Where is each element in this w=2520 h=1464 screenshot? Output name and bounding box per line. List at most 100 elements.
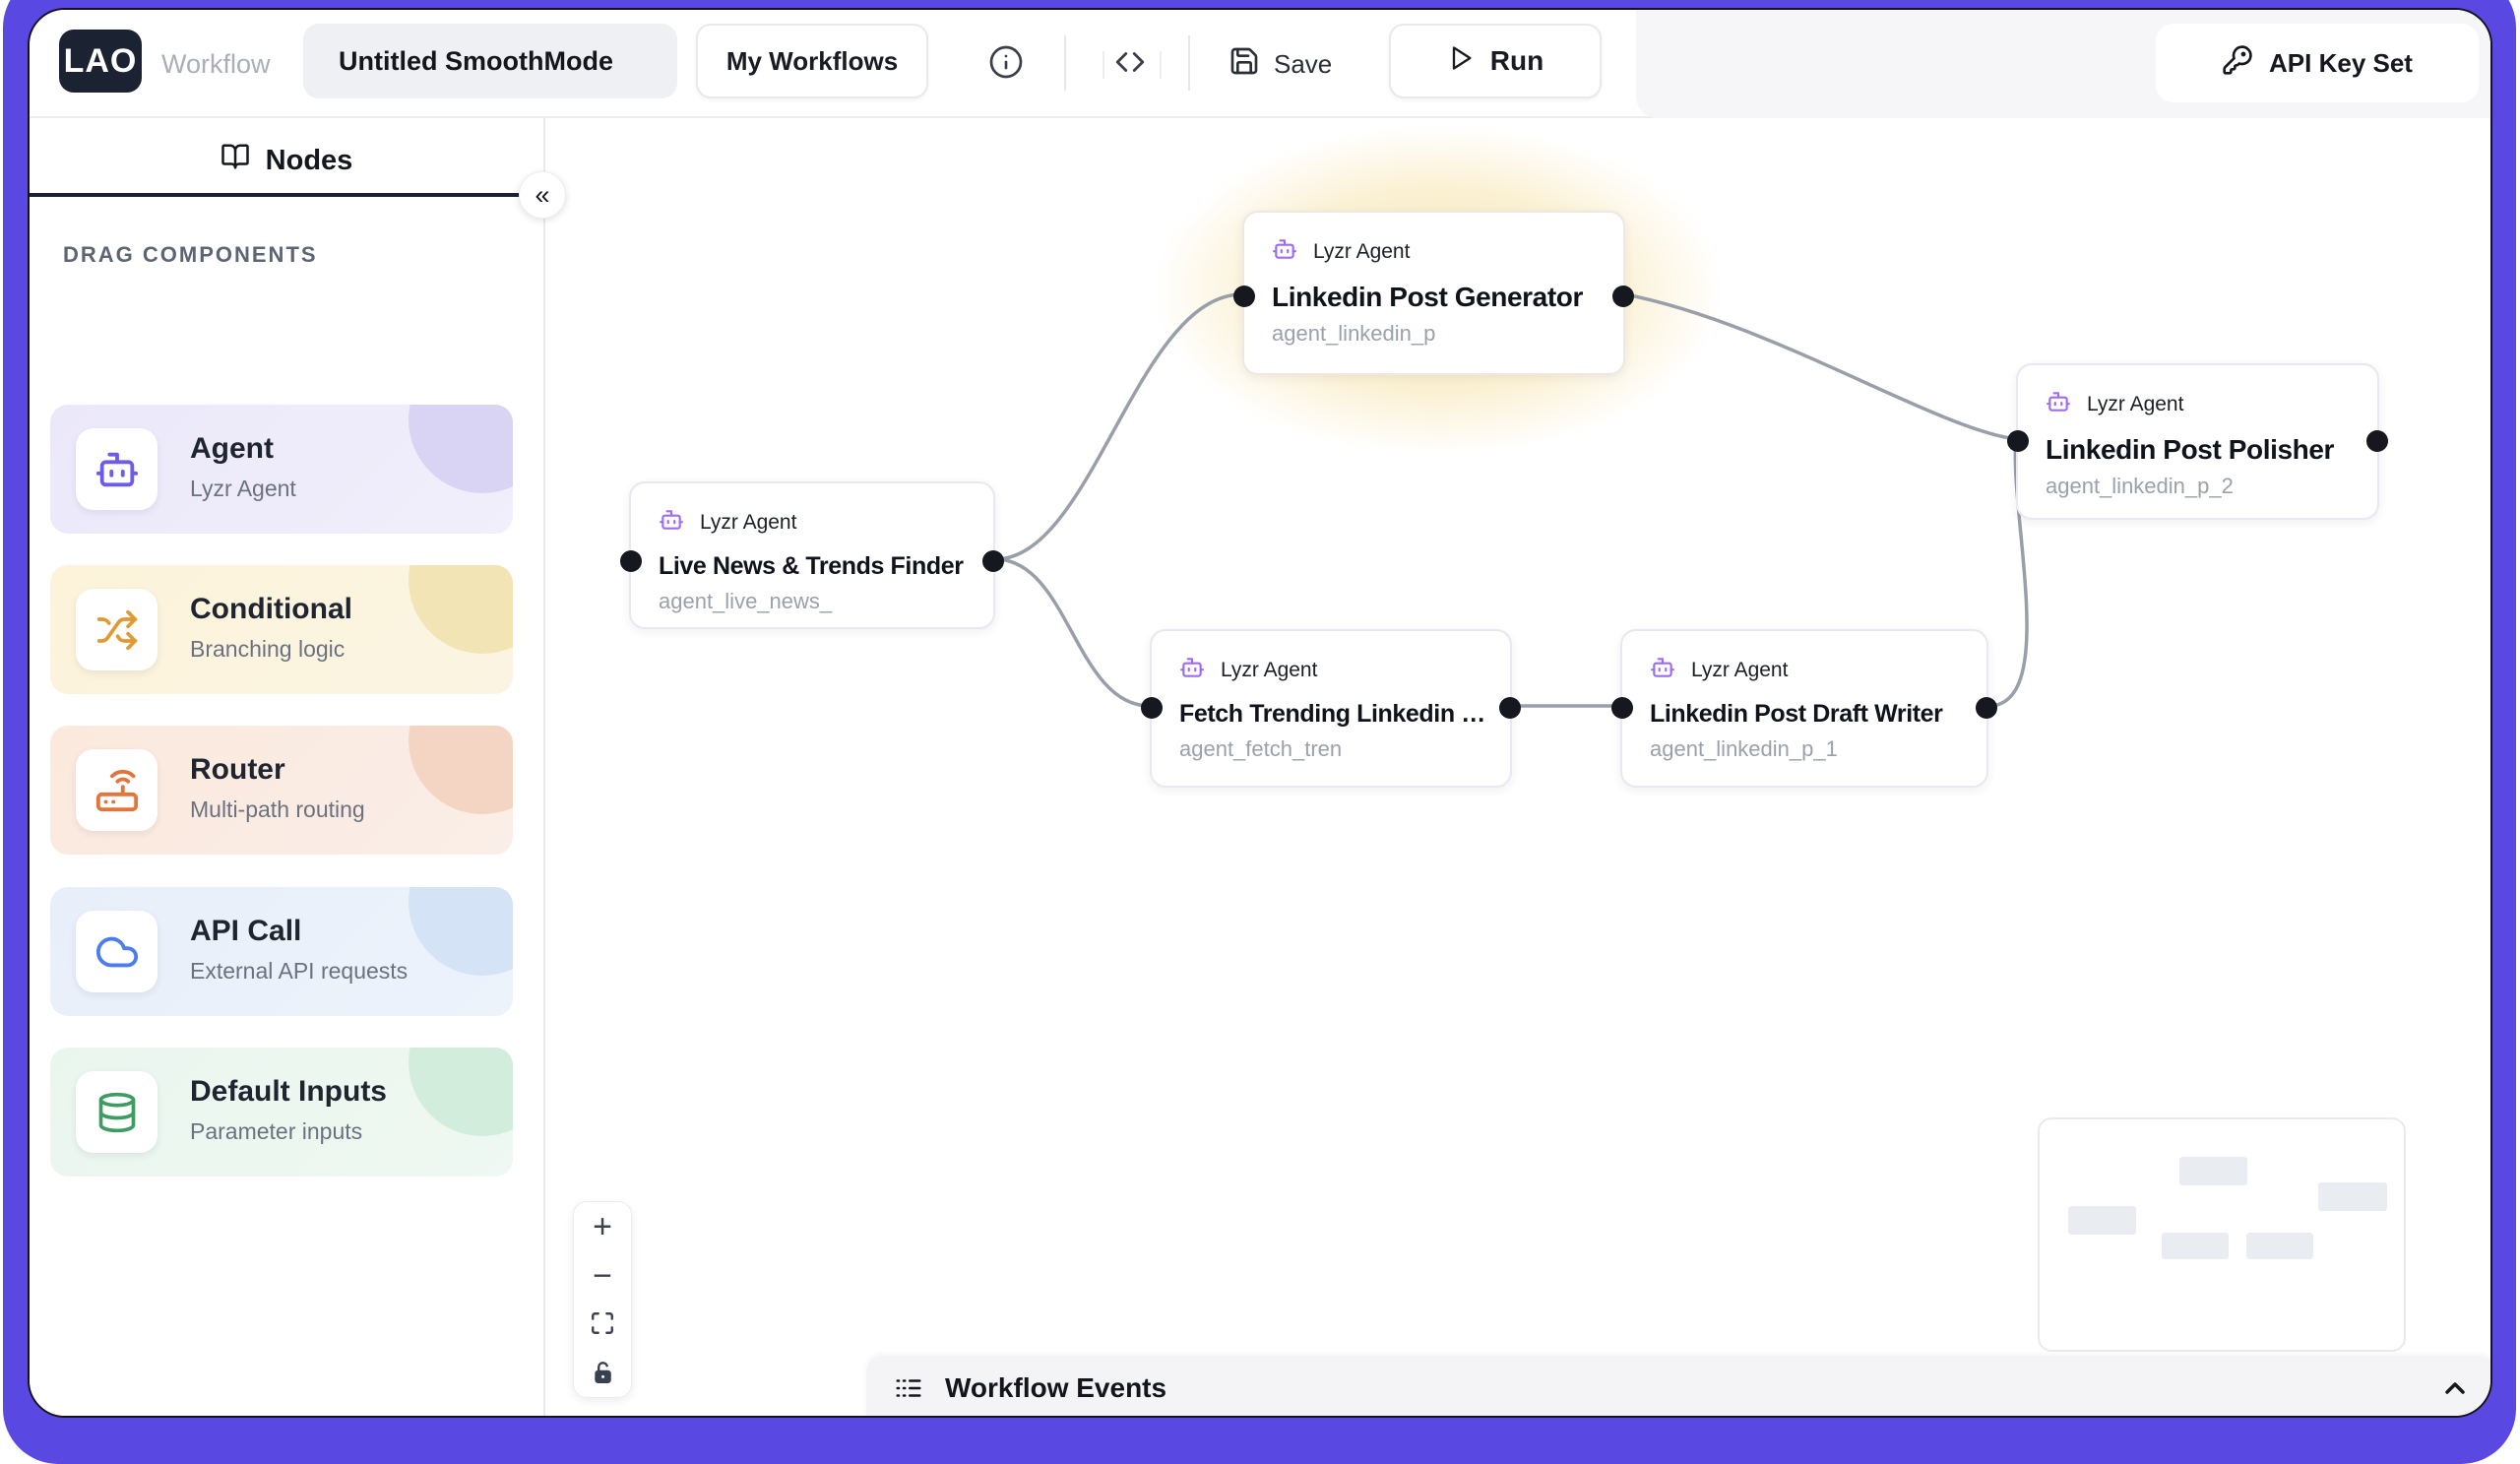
input-handle[interactable] — [1141, 697, 1163, 719]
workflow-node-linkedin-post-polisher[interactable]: Lyzr Agent Linkedin Post Polisher agent_… — [2016, 363, 2379, 520]
output-handle[interactable] — [1499, 697, 1521, 719]
output-handle[interactable] — [982, 550, 1004, 572]
maximize-icon — [590, 1306, 615, 1345]
cloud-icon — [76, 911, 158, 992]
node-id: agent_linkedin_p_1 — [1650, 736, 1963, 762]
save-button[interactable]: Save — [1228, 10, 1332, 118]
card-corner-decor — [409, 726, 513, 814]
router-icon — [76, 749, 158, 831]
node-title: Linkedin Post Generator — [1272, 282, 1600, 313]
card-corner-decor — [409, 1048, 513, 1136]
header-divider — [1064, 35, 1066, 91]
canvas-controls: + − — [573, 1201, 632, 1398]
lock-open-icon — [590, 1356, 615, 1394]
save-label: Save — [1274, 49, 1332, 80]
card-subtitle: External API requests — [190, 958, 408, 985]
card-corner-decor — [409, 405, 513, 493]
app-logo[interactable]: LAO — [59, 30, 142, 93]
component-card-agent[interactable]: Agent Lyzr Agent — [50, 405, 513, 534]
component-card-api-call[interactable]: API Call External API requests — [50, 887, 513, 1016]
robot-icon — [76, 428, 158, 510]
input-handle[interactable] — [620, 550, 642, 572]
drag-components-label: DRAG COMPONENTS — [63, 242, 318, 268]
workflow-node-linkedin-post-generator[interactable]: Lyzr Agent Linkedin Post Generator agent… — [1242, 211, 1625, 375]
node-type-label: Lyzr Agent — [1221, 659, 1317, 682]
output-handle[interactable] — [1612, 286, 1634, 307]
component-card-conditional[interactable]: Conditional Branching logic — [50, 565, 513, 694]
chevron-up-icon[interactable] — [2439, 1372, 2471, 1404]
input-handle[interactable] — [2007, 430, 2029, 452]
card-title: Router — [190, 753, 285, 787]
sidebar-title: Nodes — [30, 142, 543, 179]
database-icon — [76, 1071, 158, 1153]
node-id: agent_linkedin_p — [1272, 321, 1600, 347]
workflow-node-fetch-trending-linkedin[interactable]: Lyzr Agent Fetch Trending Linkedin … age… — [1150, 629, 1512, 788]
card-subtitle: Multi-path routing — [190, 796, 365, 823]
workflow-events-bar[interactable]: Workflow Events — [866, 1356, 2492, 1418]
workflow-name-input[interactable] — [303, 24, 677, 98]
card-title: Conditional — [190, 593, 352, 626]
sidebar-collapse-button[interactable]: « — [519, 171, 566, 219]
component-card-router[interactable]: Router Multi-path routing — [50, 726, 513, 855]
card-subtitle: Lyzr Agent — [190, 476, 296, 502]
shuffle-icon — [76, 589, 158, 670]
card-corner-decor — [409, 887, 513, 976]
logs-icon — [894, 1373, 923, 1403]
code-button[interactable] — [1110, 10, 1150, 118]
product-label: Workflow — [161, 10, 271, 118]
sidebar-title-label: Nodes — [266, 145, 353, 177]
top-bar: LAO Workflow My Workflows — [30, 10, 2492, 118]
zoom-out-button[interactable]: − — [574, 1251, 631, 1301]
card-title: Default Inputs — [190, 1075, 387, 1109]
minimap-node — [2179, 1157, 2247, 1185]
book-icon — [220, 142, 250, 179]
input-handle[interactable] — [1233, 286, 1255, 307]
run-button[interactable]: Run — [1389, 24, 1602, 98]
nodes-sidebar: Nodes DRAG COMPONENTS Agent Lyzr Agent C… — [30, 118, 545, 1418]
key-icon — [2222, 44, 2253, 83]
workflow-events-title: Workflow Events — [945, 1372, 1166, 1404]
node-id: agent_linkedin_p_2 — [2046, 474, 2354, 499]
workflow-node-live-news-trends-finder[interactable]: Lyzr Agent Live News & Trends Finder age… — [629, 481, 995, 629]
output-handle[interactable] — [1976, 697, 1997, 719]
output-handle[interactable] — [2366, 430, 2388, 452]
workflow-node-linkedin-post-draft-writer[interactable]: Lyzr Agent Linkedin Post Draft Writer ag… — [1620, 629, 1988, 788]
input-handle[interactable] — [1611, 697, 1633, 719]
api-key-status[interactable]: API Key Set — [2156, 24, 2479, 102]
node-title: Live News & Trends Finder — [659, 552, 970, 581]
play-icon — [1447, 44, 1475, 79]
edge-livenews-fetch — [995, 559, 1150, 706]
node-type-label: Lyzr Agent — [2087, 393, 2183, 416]
node-id: agent_live_news_ — [659, 589, 970, 614]
save-icon — [1228, 45, 1260, 84]
card-corner-decor — [409, 565, 513, 654]
node-type-label: Lyzr Agent — [1691, 659, 1788, 682]
node-title: Fetch Trending Linkedin … — [1179, 700, 1486, 729]
lock-button[interactable] — [574, 1350, 631, 1399]
card-title: Agent — [190, 432, 274, 466]
card-subtitle: Branching logic — [190, 636, 345, 663]
node-title: Linkedin Post Draft Writer — [1650, 700, 1963, 729]
fit-view-button[interactable] — [574, 1301, 631, 1350]
robot-icon — [2046, 389, 2071, 420]
header-divider — [1188, 35, 1190, 91]
info-icon — [988, 44, 1024, 85]
info-button[interactable] — [986, 10, 1026, 118]
robot-icon — [1272, 236, 1297, 268]
component-card-default-inputs[interactable]: Default Inputs Parameter inputs — [50, 1048, 513, 1177]
robot-icon — [1650, 655, 1675, 686]
card-title: API Call — [190, 915, 301, 948]
minimap-node — [2318, 1182, 2387, 1211]
minimap-node — [2162, 1233, 2229, 1259]
minimap-node — [2068, 1206, 2136, 1235]
robot-icon — [659, 507, 684, 539]
zoom-in-button[interactable]: + — [574, 1202, 631, 1251]
minimap[interactable] — [2038, 1117, 2406, 1352]
my-workflows-button[interactable]: My Workflows — [696, 24, 928, 98]
minimap-node — [2246, 1233, 2313, 1259]
my-workflows-label: My Workflows — [726, 46, 898, 77]
node-id: agent_fetch_tren — [1179, 736, 1486, 762]
code-icon — [1113, 45, 1147, 84]
header-tick — [1102, 51, 1104, 79]
app-window: LAO Workflow My Workflows — [28, 8, 2492, 1418]
